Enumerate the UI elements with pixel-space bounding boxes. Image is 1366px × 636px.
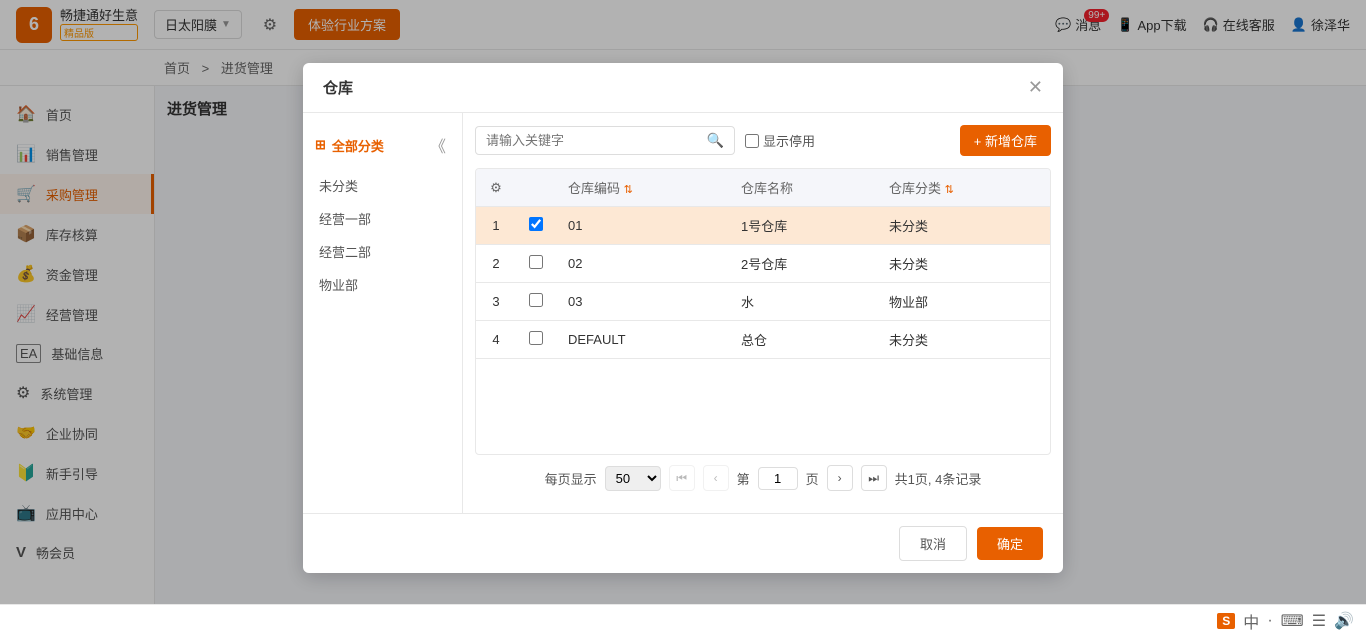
modal-overlay: 仓库 ✕ ⊞ 全部分类 《 未分类 经营一部 经营二部 物业部 <box>0 0 1366 636</box>
column-code: 仓库编码 ⇅ <box>556 169 729 207</box>
category-item-property[interactable]: 物业部 <box>303 268 462 301</box>
grid-icon: ⊞ <box>315 137 326 153</box>
row-code: 03 <box>556 283 729 321</box>
sort-category-icon[interactable]: ⇅ <box>945 184 954 196</box>
column-name: 仓库名称 <box>729 169 877 207</box>
search-icon[interactable]: 🔍 <box>707 132 724 149</box>
row-checkbox-cell[interactable] <box>516 207 556 245</box>
search-input[interactable] <box>486 133 707 148</box>
dialog-header: 仓库 ✕ <box>303 63 1063 113</box>
page-unit: 页 <box>806 469 819 488</box>
row-category: 未分类 <box>877 245 1050 283</box>
row-gear: 2 <box>476 245 516 283</box>
category-item-dept1[interactable]: 经营一部 <box>303 202 462 235</box>
dialog-footer: 取消 确定 <box>303 513 1063 573</box>
column-gear[interactable]: ⚙ <box>476 169 516 207</box>
category-panel: ⊞ 全部分类 《 未分类 经营一部 经营二部 物业部 <box>303 113 463 513</box>
dialog-close-button[interactable]: ✕ <box>1028 77 1043 98</box>
table-toolbar: 🔍 显示停用 + 新增仓库 <box>475 125 1051 156</box>
table-row[interactable]: 4 DEFAULT 总仓 未分类 <box>476 321 1050 359</box>
table-row[interactable]: 2 02 2号仓库 未分类 <box>476 245 1050 283</box>
all-category-item[interactable]: ⊞ 全部分类 <box>315 136 384 155</box>
table-panel: 🔍 显示停用 + 新增仓库 ⚙ <box>463 113 1063 513</box>
next-page-button[interactable]: › <box>827 465 853 491</box>
row-checkbox[interactable] <box>529 293 543 307</box>
category-item-unclassified[interactable]: 未分类 <box>303 169 462 202</box>
table-row[interactable]: 1 01 1号仓库 未分类 <box>476 207 1050 245</box>
show-disabled-text: 显示停用 <box>763 131 815 150</box>
category-item-dept2[interactable]: 经营二部 <box>303 235 462 268</box>
column-check <box>516 169 556 207</box>
show-disabled-label[interactable]: 显示停用 <box>745 131 815 150</box>
row-checkbox[interactable] <box>529 331 543 345</box>
row-category: 物业部 <box>877 283 1050 321</box>
dialog-title: 仓库 <box>323 77 353 98</box>
volume-icon[interactable]: 🔊 <box>1334 611 1354 631</box>
page-label: 第 <box>737 469 750 488</box>
per-page-label: 每页显示 <box>545 469 597 488</box>
row-name: 总仓 <box>729 321 877 359</box>
row-name: 1号仓库 <box>729 207 877 245</box>
row-checkbox[interactable] <box>529 217 543 231</box>
keyboard-icon[interactable]: ⌨ <box>1281 611 1304 631</box>
row-gear: 1 <box>476 207 516 245</box>
dot-icon: · <box>1267 612 1272 630</box>
pagination: 每页显示 50 20 100 ⏮ ‹ 第 页 › ⏭ 共1页, 4条记录 <box>475 455 1051 501</box>
category-header: ⊞ 全部分类 《 <box>303 125 462 165</box>
cancel-button[interactable]: 取消 <box>899 526 967 561</box>
confirm-button[interactable]: 确定 <box>977 527 1043 560</box>
warehouse-dialog: 仓库 ✕ ⊞ 全部分类 《 未分类 经营一部 经营二部 物业部 <box>303 63 1063 573</box>
show-disabled-checkbox[interactable] <box>745 134 759 148</box>
warehouse-table: ⚙ 仓库编码 ⇅ 仓库名称 仓库分类 ⇅ <box>475 168 1051 455</box>
column-category: 仓库分类 ⇅ <box>877 169 1050 207</box>
row-code: 01 <box>556 207 729 245</box>
row-checkbox-cell[interactable] <box>516 321 556 359</box>
dialog-body: ⊞ 全部分类 《 未分类 经营一部 经营二部 物业部 🔍 <box>303 113 1063 513</box>
row-gear: 4 <box>476 321 516 359</box>
prev-page-button[interactable]: ‹ <box>703 465 729 491</box>
row-checkbox-cell[interactable] <box>516 283 556 321</box>
all-category-label: 全部分类 <box>332 136 384 155</box>
row-checkbox[interactable] <box>529 255 543 269</box>
collapse-button[interactable]: 《 <box>426 131 450 159</box>
page-number-input[interactable] <box>758 467 798 490</box>
per-page-select[interactable]: 50 20 100 <box>605 466 661 491</box>
row-gear: 3 <box>476 283 516 321</box>
row-category: 未分类 <box>877 321 1050 359</box>
task-icon[interactable]: ☰ <box>1312 611 1326 631</box>
table-header-row: ⚙ 仓库编码 ⇅ 仓库名称 仓库分类 ⇅ <box>476 169 1050 207</box>
row-name: 2号仓库 <box>729 245 877 283</box>
row-checkbox-cell[interactable] <box>516 245 556 283</box>
last-page-button[interactable]: ⏭ <box>861 465 887 491</box>
row-code: 02 <box>556 245 729 283</box>
row-code: DEFAULT <box>556 321 729 359</box>
search-box: 🔍 <box>475 126 735 155</box>
chinese-input-icon[interactable]: 中 <box>1243 609 1259 633</box>
s-icon: S <box>1217 613 1235 629</box>
first-page-button[interactable]: ⏮ <box>669 465 695 491</box>
row-name: 水 <box>729 283 877 321</box>
total-info: 共1页, 4条记录 <box>895 469 982 488</box>
bottom-bar: S 中 · ⌨ ☰ 🔊 <box>0 604 1366 636</box>
add-warehouse-button[interactable]: + 新增仓库 <box>960 125 1051 156</box>
row-category: 未分类 <box>877 207 1050 245</box>
sort-code-icon[interactable]: ⇅ <box>624 184 633 196</box>
table-row[interactable]: 3 03 水 物业部 <box>476 283 1050 321</box>
